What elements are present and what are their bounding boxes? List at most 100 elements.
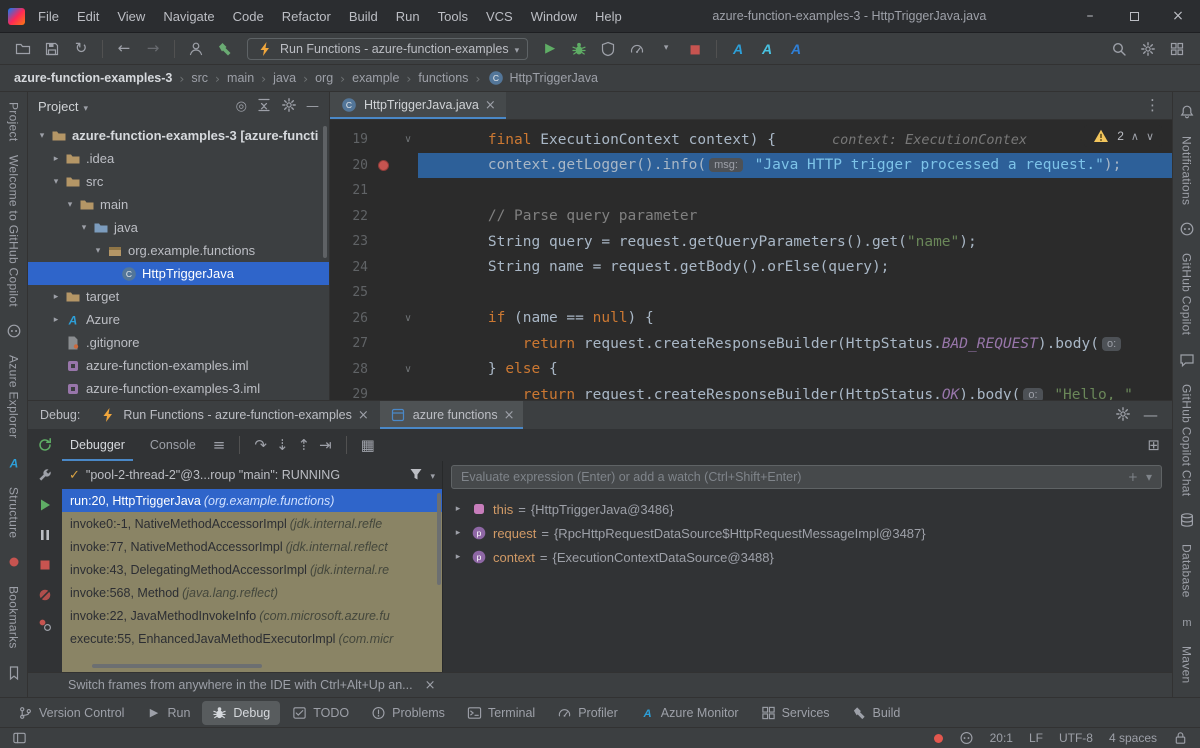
tree-item-httptriggerjava[interactable]: CHttpTriggerJava [28, 262, 329, 285]
tree-item-idea[interactable]: ▸.idea [28, 147, 329, 170]
project-settings-icon[interactable] [281, 97, 297, 116]
tree-item-org-example-functions[interactable]: ▾org.example.functions [28, 239, 329, 262]
run-config-select[interactable]: Run Functions - azure-function-examples … [247, 38, 528, 60]
grid-icon[interactable] [1164, 37, 1190, 61]
tree-item-gitignore[interactable]: .gitignore [28, 331, 329, 354]
close-tab-icon[interactable]: × [485, 98, 496, 112]
azure-icon[interactable]: A [4, 453, 24, 473]
project-scrollbar[interactable] [323, 126, 327, 258]
frame-row[interactable] [62, 650, 442, 672]
tree-item-src[interactable]: ▾src [28, 170, 329, 193]
tree-arrow-icon[interactable]: ▾ [76, 223, 92, 233]
breadcrumb-item-src[interactable]: src [191, 71, 208, 85]
breadcrumb-item-java[interactable]: java [273, 71, 296, 85]
azure-action-3-icon[interactable]: A [783, 37, 809, 61]
database-icon[interactable] [1177, 510, 1197, 530]
expand-arrow-icon[interactable]: ▸ [451, 552, 465, 562]
red-dot-icon[interactable] [4, 552, 24, 572]
layout-icon[interactable] [12, 731, 27, 746]
toolwindow-profiler[interactable]: Profiler [547, 701, 628, 725]
menu-build[interactable]: Build [340, 0, 387, 33]
code-text[interactable] [418, 178, 1172, 204]
indent-style[interactable]: 4 spaces [1109, 731, 1157, 745]
tree-arrow-icon[interactable]: ▾ [62, 200, 78, 210]
tool-stripe-bookmarks[interactable]: Bookmarks [7, 586, 21, 649]
menu-code[interactable]: Code [224, 0, 273, 33]
tool-stripe-notifications[interactable]: Notifications [1180, 136, 1194, 205]
save-all-icon[interactable] [39, 37, 65, 61]
tool-stripe-maven[interactable]: Maven [1180, 646, 1194, 684]
toolwindow-problems[interactable]: Problems [361, 701, 455, 725]
next-warning-icon[interactable]: ∨ [1146, 129, 1154, 143]
maximize-button[interactable] [1112, 0, 1156, 33]
close-tab-icon[interactable]: × [358, 408, 369, 422]
run-button[interactable]: ▶ [537, 37, 563, 61]
code-text[interactable]: } else { [418, 357, 1172, 383]
frames-hscrollbar[interactable] [92, 664, 262, 668]
chevron-down-icon[interactable]: ▾ [1146, 470, 1152, 484]
breadcrumb-item-org[interactable]: org [315, 71, 333, 85]
coverage-icon[interactable] [595, 37, 621, 61]
maven-icon[interactable]: m [1177, 612, 1197, 632]
tree-item-azure-function-examples-iml[interactable]: azure-function-examples.iml [28, 354, 329, 377]
breakpoint-icon[interactable] [378, 160, 389, 171]
profiler-chevron-icon[interactable]: ▾ [653, 37, 679, 61]
variable-row-this[interactable]: ▸this={HttpTriggerJava@3486} [451, 497, 1162, 521]
caret-position[interactable]: 20:1 [990, 731, 1013, 745]
prev-warning-icon[interactable]: ∧ [1131, 129, 1139, 143]
run-to-cursor-icon[interactable]: ⇥ [319, 438, 332, 453]
menu-edit[interactable]: Edit [68, 0, 108, 33]
tree-arrow-icon[interactable]: ▾ [34, 131, 50, 141]
fold-marker-icon[interactable]: ∨ [398, 134, 418, 145]
fold-marker-icon[interactable]: ∨ [398, 364, 418, 375]
modify-run-config-icon[interactable] [37, 467, 53, 486]
filter-icon[interactable] [408, 466, 424, 485]
debug-session-tab-run-functions[interactable]: Run Functions - azure-function-examples … [90, 401, 377, 429]
toolwindow-build[interactable]: Build [842, 701, 911, 725]
copilot-status-icon[interactable] [959, 731, 974, 746]
lock-icon[interactable] [1173, 731, 1188, 746]
thread-selector[interactable]: ✓ "pool-2-thread-2"@3...roup "main": RUN… [62, 461, 442, 489]
bell-icon[interactable] [1177, 102, 1197, 122]
copilot-icon[interactable] [1177, 219, 1197, 239]
code-text[interactable]: if (name == null) { [418, 306, 1172, 332]
stop-icon[interactable] [37, 557, 53, 576]
hide-panel-icon[interactable]: — [306, 100, 319, 113]
restore-layout-icon[interactable]: ⊞ [1147, 438, 1160, 453]
tool-stripe-structure[interactable]: Structure [7, 487, 21, 538]
breadcrumb-item-main[interactable]: main [227, 71, 254, 85]
step-out-icon[interactable]: ⇡ [298, 438, 311, 453]
tool-stripe-azure-explorer[interactable]: Azure Explorer [7, 355, 21, 439]
file-encoding[interactable]: UTF-8 [1059, 731, 1093, 745]
variable-row-context[interactable]: ▸pcontext={ExecutionContextDataSource@34… [451, 545, 1162, 569]
code-text[interactable]: String name = request.getBody().orElse(q… [418, 255, 1172, 281]
toolwindow-run[interactable]: ▶Run [136, 701, 200, 725]
tree-item-java[interactable]: ▾java [28, 216, 329, 239]
tool-stripe-github-copilot-chat[interactable]: GitHub Copilot Chat [1180, 384, 1194, 496]
hide-debug-icon[interactable]: — [1143, 408, 1158, 423]
toolwindow-debug[interactable]: Debug [202, 701, 280, 725]
frame-row[interactable]: invoke:22, JavaMethodInvokeInfo (com.mic… [62, 604, 442, 627]
tree-arrow-icon[interactable]: ▾ [90, 246, 106, 256]
tool-stripe-project[interactable]: Project [7, 102, 21, 141]
tool-stripe-github-copilot[interactable]: GitHub Copilot [1180, 253, 1194, 335]
frame-row[interactable]: invoke:43, DelegatingMethodAccessorImpl … [62, 558, 442, 581]
close-tab-icon[interactable]: × [504, 408, 515, 422]
bookmark-icon[interactable] [4, 663, 24, 683]
variable-row-request[interactable]: ▸prequest={RpcHttpRequestDataSource$Http… [451, 521, 1162, 545]
menu-refactor[interactable]: Refactor [273, 0, 340, 33]
frame-row[interactable]: invoke:77, NativeMethodAccessorImpl (jdk… [62, 535, 442, 558]
profile-icon[interactable] [183, 37, 209, 61]
debug-settings-icon[interactable] [1115, 406, 1131, 425]
add-watch-icon[interactable]: + [1128, 471, 1138, 483]
build-icon[interactable] [212, 37, 238, 61]
frame-row[interactable]: invoke:568, Method (java.lang.reflect) [62, 581, 442, 604]
code-text[interactable]: String query = request.getQueryParameter… [418, 229, 1172, 255]
menu-navigate[interactable]: Navigate [154, 0, 223, 33]
rerun-icon[interactable] [37, 437, 53, 456]
toolwindow-version-control[interactable]: Version Control [8, 701, 134, 725]
mute-breakpoints-icon[interactable] [37, 587, 53, 606]
view-breakpoints-icon[interactable] [37, 617, 53, 636]
tree-item-target[interactable]: ▸target [28, 285, 329, 308]
toolwindow-azure-monitor[interactable]: AAzure Monitor [630, 701, 749, 725]
